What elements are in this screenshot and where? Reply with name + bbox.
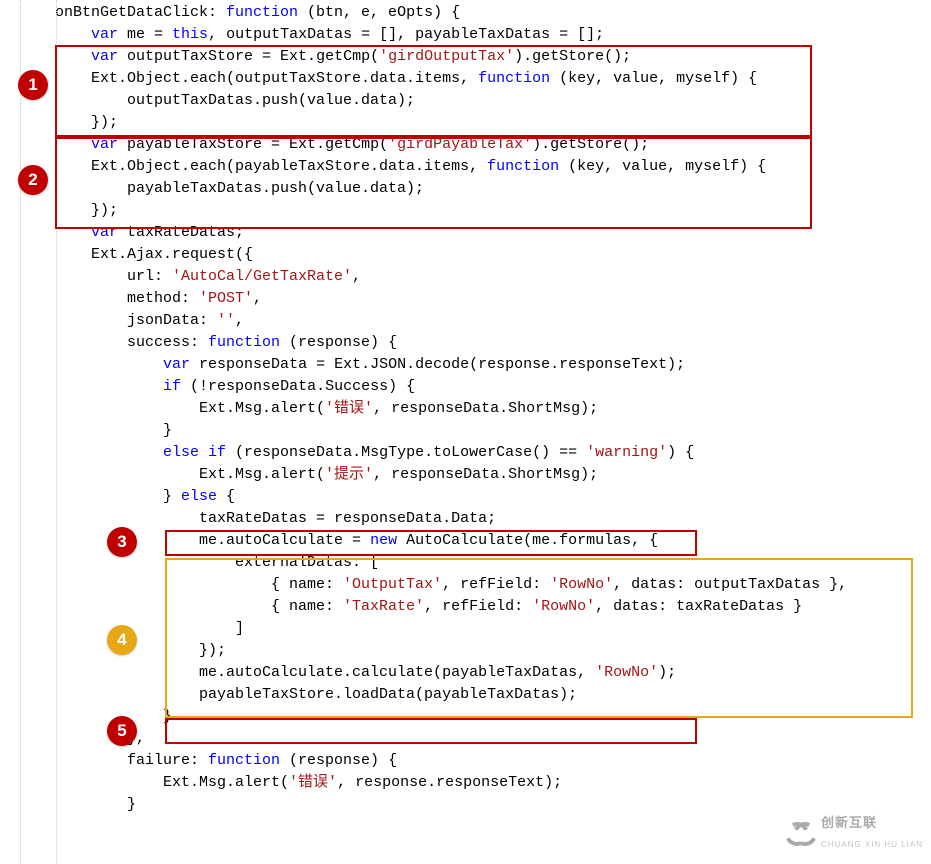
keyword-this: this <box>172 26 208 43</box>
keyword-new: new <box>370 532 397 549</box>
string-literal: 'girdOutputTax' <box>379 48 514 65</box>
code-editor: onBtnGetDataClick: function (btn, e, eOp… <box>0 0 931 816</box>
annotation-badge-3: 3 <box>107 527 137 557</box>
watermark-logo-icon <box>787 820 815 848</box>
watermark: 创新互联 CHUANG XIN HU LIAN <box>787 812 923 856</box>
code-token: onBtnGetDataClick: <box>55 4 226 21</box>
keyword-function: function <box>226 4 298 21</box>
annotation-badge-2: 2 <box>18 165 48 195</box>
keyword-var: var <box>91 26 118 43</box>
code-token: (btn, e, eOpts) { <box>298 4 460 21</box>
watermark-text: 创新互联 <box>821 812 923 834</box>
annotation-badge-4: 4 <box>107 625 137 655</box>
annotation-badge-5: 5 <box>107 716 137 746</box>
watermark-subtext: CHUANG XIN HU LIAN <box>821 834 923 856</box>
annotation-badge-1: 1 <box>18 70 48 100</box>
indent-guides <box>0 0 55 864</box>
